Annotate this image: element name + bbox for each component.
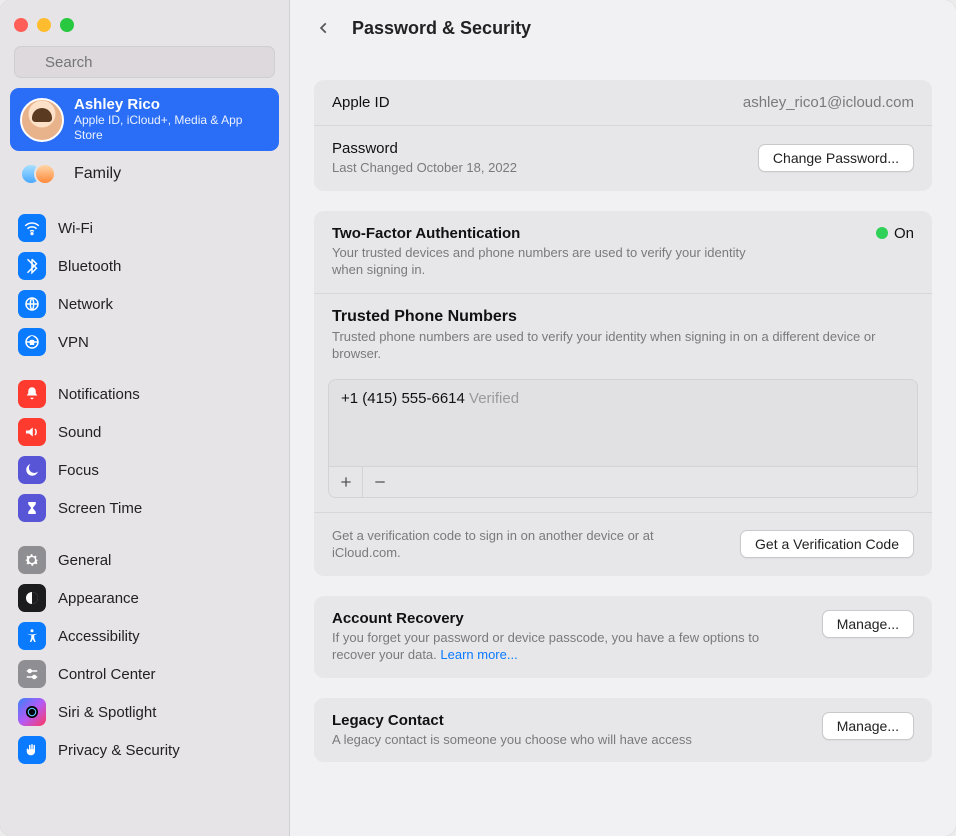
change-password-button[interactable]: Change Password...	[758, 144, 914, 172]
sidebar-item-privacy[interactable]: Privacy & Security	[10, 731, 279, 769]
appleid-row: Apple ID ashley_rico1@icloud.com	[314, 80, 932, 125]
account-sub: Apple ID, iCloud+, Media & App Store	[74, 113, 269, 143]
remove-phone-button[interactable]	[363, 467, 397, 497]
sidebar-item-label: Wi-Fi	[58, 220, 93, 237]
sidebar-item-label: Sound	[58, 424, 101, 441]
status-dot-icon	[876, 227, 888, 239]
sidebar-item-label: General	[58, 552, 111, 569]
legacy-title: Legacy Contact	[332, 712, 692, 729]
sidebar-item-sound[interactable]: Sound	[10, 413, 279, 451]
network-icon	[18, 290, 46, 318]
sidebar-item-label: Appearance	[58, 590, 139, 607]
avatar	[20, 98, 64, 142]
sidebar-item-appleid[interactable]: Ashley Rico Apple ID, iCloud+, Media & A…	[10, 88, 279, 151]
get-verification-code-button[interactable]: Get a Verification Code	[740, 530, 914, 558]
bell-icon	[18, 380, 46, 408]
gear-icon	[18, 546, 46, 574]
trusted-phone-item[interactable]: +1 (415) 555-6614 Verified	[329, 380, 917, 466]
fullscreen-window[interactable]	[60, 18, 74, 32]
password-row: Password Last Changed October 18, 2022 C…	[314, 125, 932, 191]
sidebar-item-notifications[interactable]: Notifications	[10, 375, 279, 413]
trusted-title: Trusted Phone Numbers	[314, 294, 932, 328]
appleid-value: ashley_rico1@icloud.com	[743, 94, 914, 111]
twofa-status: On	[876, 225, 914, 243]
sidebar-item-family[interactable]: Family	[10, 153, 279, 195]
sidebar-item-label: Siri & Spotlight	[58, 704, 156, 721]
sidebar-item-label: Network	[58, 296, 113, 313]
password-sub: Last Changed October 18, 2022	[332, 159, 517, 177]
legacy-manage-button[interactable]: Manage...	[822, 712, 914, 740]
add-phone-button[interactable]	[329, 467, 363, 497]
hourglass-icon	[18, 494, 46, 522]
vpn-icon	[18, 328, 46, 356]
sidebar-item-label: VPN	[58, 334, 89, 351]
minimize-window[interactable]	[37, 18, 51, 32]
back-button[interactable]	[310, 14, 338, 42]
sidebar-item-label: Screen Time	[58, 500, 142, 517]
sound-icon	[18, 418, 46, 446]
appleid-label: Apple ID	[332, 94, 390, 111]
recovery-learn-more-link[interactable]: Learn more...	[440, 647, 517, 662]
family-icon	[20, 161, 62, 187]
sidebar-item-label: Notifications	[58, 386, 140, 403]
password-label: Password	[332, 140, 517, 157]
sidebar-item-bluetooth[interactable]: Bluetooth	[10, 247, 279, 285]
sidebar-item-general[interactable]: General	[10, 541, 279, 579]
sidebar-item-label: Control Center	[58, 666, 156, 683]
sliders-icon	[18, 660, 46, 688]
appearance-icon	[18, 584, 46, 612]
sidebar-item-label: Family	[74, 165, 121, 183]
hand-icon	[18, 736, 46, 764]
sidebar-item-network[interactable]: Network	[10, 285, 279, 323]
sidebar-item-vpn[interactable]: VPN	[10, 323, 279, 361]
sidebar-item-focus[interactable]: Focus	[10, 451, 279, 489]
sidebar-item-label: Accessibility	[58, 628, 140, 645]
accessibility-icon	[18, 622, 46, 650]
sidebar-item-label: Focus	[58, 462, 99, 479]
siri-icon	[18, 698, 46, 726]
page-title: Password & Security	[352, 18, 531, 39]
recovery-title: Account Recovery	[332, 610, 762, 627]
window-controls	[0, 10, 289, 46]
sidebar-item-wifi[interactable]: Wi-Fi	[10, 209, 279, 247]
sidebar-item-screentime[interactable]: Screen Time	[10, 489, 279, 527]
bluetooth-icon	[18, 252, 46, 280]
trusted-phone-status: Verified	[469, 390, 519, 407]
search-input[interactable]	[14, 46, 275, 78]
sidebar-item-accessibility[interactable]: Accessibility	[10, 617, 279, 655]
sidebar-item-siri[interactable]: Siri & Spotlight	[10, 693, 279, 731]
recovery-sub: If you forget your password or device pa…	[332, 629, 762, 664]
sidebar-item-controlcenter[interactable]: Control Center	[10, 655, 279, 693]
verification-text: Get a verification code to sign in on an…	[332, 527, 712, 562]
twofa-title: Two-Factor Authentication	[332, 225, 762, 242]
trusted-sub: Trusted phone numbers are used to verify…	[314, 328, 932, 373]
recovery-manage-button[interactable]: Manage...	[822, 610, 914, 638]
close-window[interactable]	[14, 18, 28, 32]
wifi-icon	[18, 214, 46, 242]
sidebar-item-label: Bluetooth	[58, 258, 121, 275]
sidebar-item-label: Privacy & Security	[58, 742, 180, 759]
account-name: Ashley Rico	[74, 96, 269, 113]
twofa-sub: Your trusted devices and phone numbers a…	[332, 244, 762, 279]
legacy-sub: A legacy contact is someone you choose w…	[332, 731, 692, 749]
moon-icon	[18, 456, 46, 484]
sidebar-item-appearance[interactable]: Appearance	[10, 579, 279, 617]
trusted-phone-number: +1 (415) 555-6614	[341, 390, 465, 407]
